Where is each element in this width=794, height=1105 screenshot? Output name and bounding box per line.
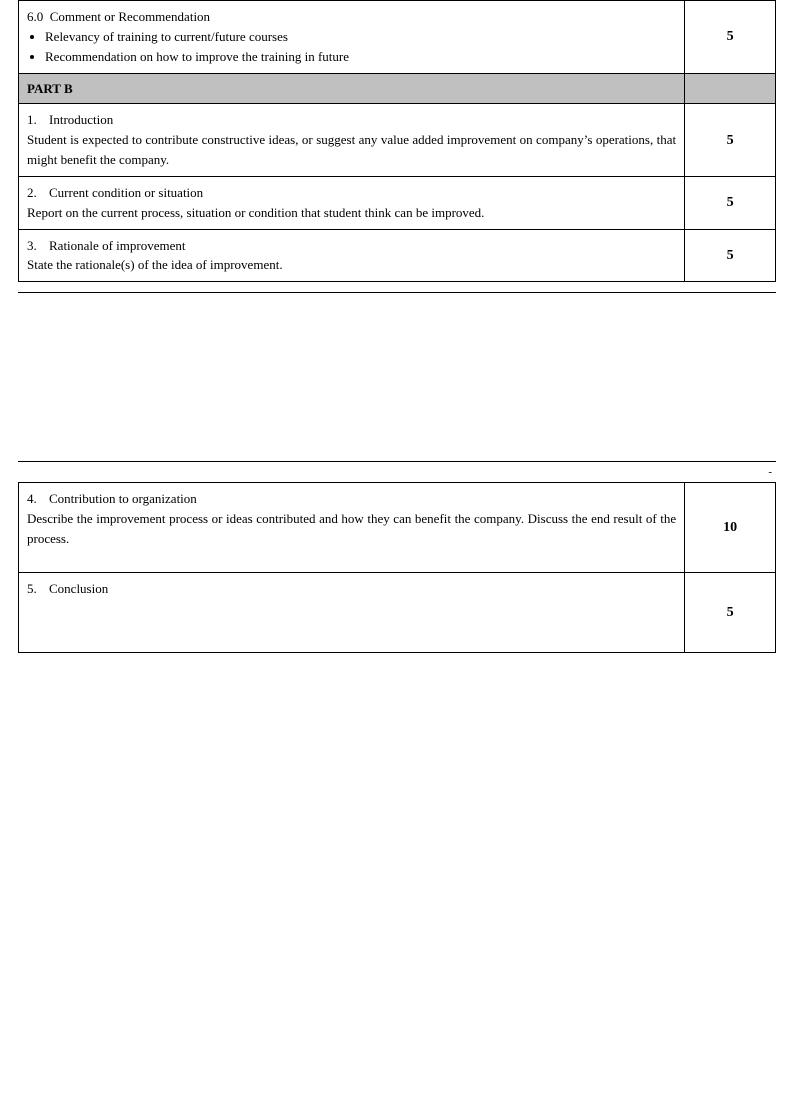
row-4-description: Describe the improvement process or idea… xyxy=(27,509,676,549)
row-title-text: Contribution to organization xyxy=(49,491,197,506)
row-title-text: Conclusion xyxy=(49,581,108,596)
row-5-title: 5.Conclusion xyxy=(27,579,676,599)
list-item: Relevancy of training to current/future … xyxy=(45,27,676,47)
row-5-marks: 5 xyxy=(685,573,776,653)
continued-table: 4.Contribution to organization Describe … xyxy=(18,482,776,653)
row-2-description: Report on the current process, situation… xyxy=(27,203,676,223)
row-title-text: Current condition or situation xyxy=(49,185,203,200)
row-3-marks: 5 xyxy=(685,229,776,282)
row-3-title: 3.Rationale of improvement xyxy=(27,236,676,256)
row-number: 4. xyxy=(27,489,49,509)
table-row: 1.Introduction Student is expected to co… xyxy=(19,104,776,177)
table-row: 2.Current condition or situation Report … xyxy=(19,177,776,230)
row-2-content: 2.Current condition or situation Report … xyxy=(19,177,685,230)
page: 6.0 Comment or Recommendation Relevancy … xyxy=(0,0,794,1105)
row-title-text: Rationale of improvement xyxy=(49,238,185,253)
row-1-title: 1.Introduction xyxy=(27,110,676,130)
row-1-marks: 5 xyxy=(685,104,776,177)
row-5-content: 5.Conclusion xyxy=(19,573,685,653)
table-row: 3.Rationale of improvement State the rat… xyxy=(19,229,776,282)
row-2-marks: 5 xyxy=(685,177,776,230)
row-number: 1. xyxy=(27,110,49,130)
row-4-marks: 10 xyxy=(685,483,776,573)
row-1-description: Student is expected to contribute constr… xyxy=(27,130,676,170)
row-6-title: 6.0 Comment or Recommendation xyxy=(27,7,676,27)
row-6-content: 6.0 Comment or Recommendation Relevancy … xyxy=(19,1,685,74)
row-3-description: State the rationale(s) of the idea of im… xyxy=(27,255,676,275)
table-row: 6.0 Comment or Recommendation Relevancy … xyxy=(19,1,776,74)
row-3-content: 3.Rationale of improvement State the rat… xyxy=(19,229,685,282)
part-b-header-row: PART B xyxy=(19,73,776,104)
table-row: 4.Contribution to organization Describe … xyxy=(19,483,776,573)
row-title-text: Introduction xyxy=(49,112,113,127)
part-b-label: PART B xyxy=(19,73,685,104)
divider-line-top xyxy=(18,292,776,293)
row-1-content: 1.Introduction Student is expected to co… xyxy=(19,104,685,177)
row-number: 3. xyxy=(27,236,49,256)
bullet-list: Relevancy of training to current/future … xyxy=(45,27,676,67)
table-row: 5.Conclusion 5 xyxy=(19,573,776,653)
row-4-title: 4.Contribution to organization xyxy=(27,489,676,509)
row-2-title: 2.Current condition or situation xyxy=(27,183,676,203)
row-4-content: 4.Contribution to organization Describe … xyxy=(19,483,685,573)
row-title-text: Comment or Recommendation xyxy=(50,9,210,24)
bottom-table-section: 4.Contribution to organization Describe … xyxy=(0,482,794,653)
row-number: 2. xyxy=(27,183,49,203)
page-number: - xyxy=(768,466,772,478)
divider-line-bottom xyxy=(18,461,776,462)
row-6-marks: 5 xyxy=(685,1,776,74)
main-table: 6.0 Comment or Recommendation Relevancy … xyxy=(18,0,776,282)
row-number: 5. xyxy=(27,579,49,599)
list-item: Recommendation on how to improve the tra… xyxy=(45,47,676,67)
row-number: 6.0 xyxy=(27,9,43,24)
part-b-marks xyxy=(685,73,776,104)
top-table-section: 6.0 Comment or Recommendation Relevancy … xyxy=(0,0,794,282)
page-break-area: - xyxy=(0,282,794,482)
